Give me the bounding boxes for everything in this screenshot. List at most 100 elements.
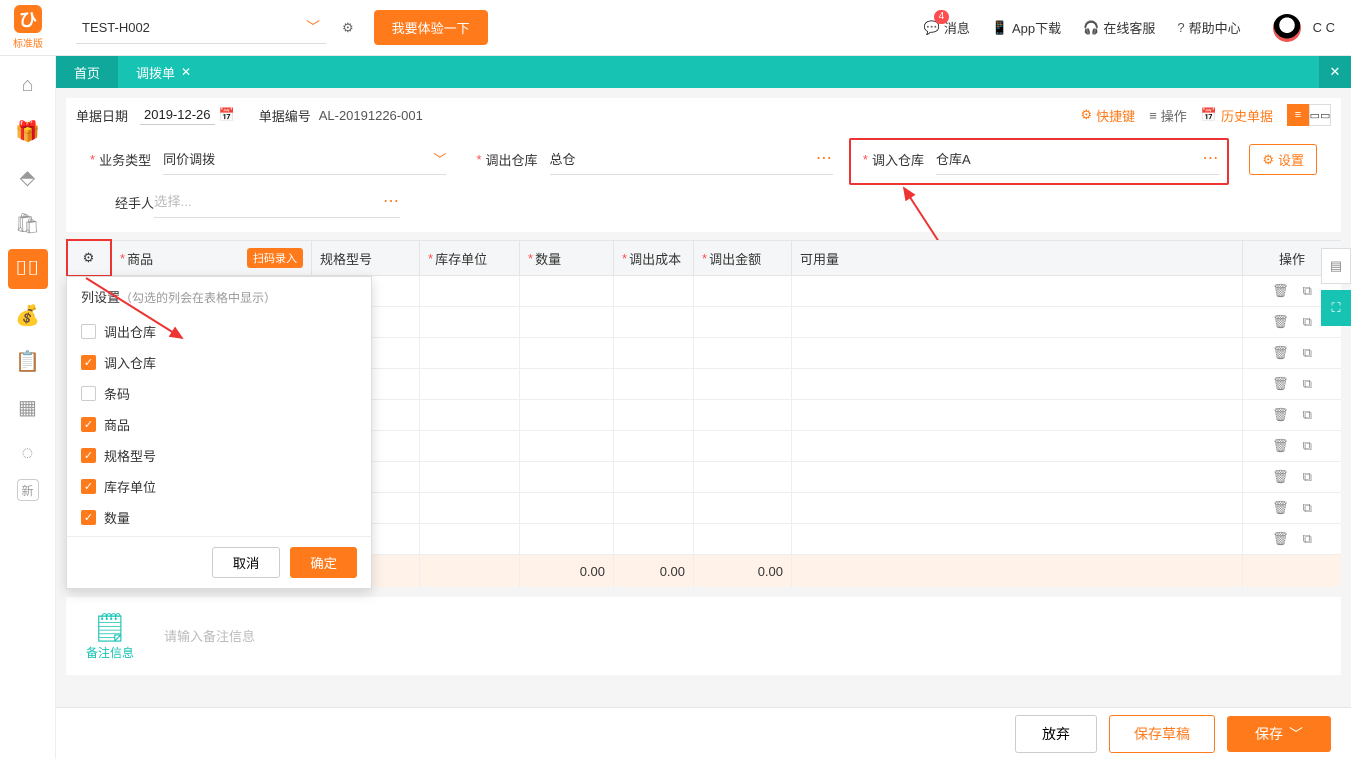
out-warehouse-select[interactable]: 总仓 ⋯	[550, 144, 833, 175]
messages-link[interactable]: 💬 消息 4	[924, 18, 970, 37]
chevron-down-icon: ﹀	[306, 17, 320, 37]
headset-icon: 🎧	[1083, 20, 1099, 36]
sidebar-money-icon[interactable]: 💰	[8, 295, 48, 335]
top-header: ひ 标准版 TEST-H002 ﹀ ⚙ 我要体验一下 💬 消息 4 📱 App下…	[0, 0, 1351, 56]
avatar-icon	[1273, 14, 1301, 42]
view-list-icon[interactable]: ≡	[1287, 104, 1309, 126]
field-out-warehouse: *调出仓库 总仓 ⋯	[476, 144, 832, 175]
user-menu[interactable]: C C	[1263, 14, 1335, 42]
tabs-close-all[interactable]: ✕	[1319, 56, 1351, 88]
column-settings-button[interactable]: ⚙	[66, 241, 112, 275]
column-option[interactable]: ✓商品	[81, 409, 357, 440]
settings-icon[interactable]: ⚙	[342, 20, 354, 36]
column-option[interactable]: ✓数量	[81, 502, 357, 533]
delete-icon[interactable]: 🗑	[1272, 469, 1289, 485]
save-draft-button[interactable]: 保存草稿	[1109, 715, 1215, 753]
more-icon: ⋯	[1202, 148, 1219, 168]
copy-icon[interactable]: ⧉	[1303, 500, 1312, 516]
help-link[interactable]: ? 帮助中心	[1177, 18, 1240, 37]
scan-button[interactable]: 扫码录入	[247, 248, 303, 268]
column-option[interactable]: ✓库存单位	[81, 471, 357, 502]
sidebar-bag-icon[interactable]: 🛍	[8, 203, 48, 243]
copy-icon[interactable]: ⧉	[1303, 438, 1312, 454]
column-option-label: 调出仓库	[104, 322, 156, 341]
column-option[interactable]: ✓调入仓库	[81, 347, 357, 378]
download-link[interactable]: 📱 App下载	[992, 18, 1061, 37]
gear-icon: ⚙	[1262, 152, 1274, 168]
field-biz-type: *业务类型 同价调拨 ﹀	[90, 144, 446, 175]
biz-type-select[interactable]: 同价调拨 ﹀	[163, 145, 446, 175]
column-option-label: 商品	[104, 415, 130, 434]
chevron-down-icon: ﹀	[433, 149, 446, 168]
column-option[interactable]: ✓规格型号	[81, 440, 357, 471]
popup-title: 列设置（勾选的列会在表格中显示）	[67, 277, 371, 316]
foot-amt: 0.00	[694, 555, 792, 587]
copy-icon[interactable]: ⧉	[1303, 283, 1312, 299]
discard-button[interactable]: 放弃	[1015, 715, 1097, 753]
copy-icon[interactable]: ⧉	[1303, 376, 1312, 392]
delete-icon[interactable]: 🗑	[1272, 283, 1289, 299]
column-list[interactable]: 调出仓库✓调入仓库条码✓商品✓规格型号✓库存单位✓数量单位2	[67, 316, 371, 536]
copy-icon[interactable]: ⧉	[1303, 469, 1312, 485]
column-option[interactable]: 调出仓库	[81, 316, 357, 347]
history-link[interactable]: 📅历史单据	[1201, 106, 1273, 125]
remark-section: 🗒 备注信息	[66, 597, 1341, 675]
remark-input[interactable]	[164, 629, 1321, 644]
date-value[interactable]: 2019-12-26	[140, 105, 215, 125]
chevron-down-icon: ﹀	[1289, 724, 1303, 744]
delete-icon[interactable]: 🗑	[1272, 438, 1289, 454]
close-icon[interactable]: ✕	[181, 65, 191, 79]
support-link[interactable]: 🎧 在线客服	[1083, 18, 1155, 37]
delete-icon[interactable]: 🗑	[1272, 314, 1289, 330]
view-toggle: ≡ ▭▭	[1287, 104, 1331, 126]
sidebar-warehouse-icon[interactable]: ⌷⌷	[8, 249, 48, 289]
popup-cancel-button[interactable]: 取消	[212, 547, 281, 578]
docnum-value: AL-20191226-001	[319, 108, 423, 123]
delete-icon[interactable]: 🗑	[1272, 531, 1289, 547]
view-grid-icon[interactable]: ▭▭	[1309, 104, 1331, 126]
sidebar-new-icon[interactable]: 新	[17, 479, 39, 501]
column-option-label: 条码	[104, 384, 130, 403]
footer: 放弃 保存草稿 保存﹀	[56, 707, 1351, 759]
docnum-label: 单据编号	[259, 106, 311, 125]
delete-icon[interactable]: 🗑	[1272, 407, 1289, 423]
sidebar: ⌂ 🎁 ⬘ 🛍 ⌷⌷ 💰 📋 ▦ ◌ 新	[0, 56, 56, 759]
shortcut-link[interactable]: ⚙快捷键	[1081, 106, 1136, 125]
save-button[interactable]: 保存﹀	[1227, 716, 1331, 752]
delete-icon[interactable]: 🗑	[1272, 376, 1289, 392]
tab-home[interactable]: 首页	[56, 56, 118, 88]
sidebar-clipboard-icon[interactable]: 📋	[8, 341, 48, 381]
tab-current[interactable]: 调拨单 ✕	[118, 56, 209, 88]
calendar-icon[interactable]: 📅	[219, 107, 235, 123]
expand-icon[interactable]: ⛶	[1321, 290, 1351, 326]
popup-ok-button[interactable]: 确定	[290, 547, 357, 578]
ops-link[interactable]: ≡操作	[1149, 106, 1187, 125]
notes-panel-icon[interactable]: ▤	[1321, 248, 1351, 284]
checkbox-icon: ✓	[81, 510, 96, 525]
more-icon: ⋯	[816, 148, 833, 168]
logo-icon: ひ	[14, 5, 42, 33]
copy-icon[interactable]: ⧉	[1303, 314, 1312, 330]
sidebar-report-icon[interactable]: ▦	[8, 387, 48, 427]
sidebar-gift-icon[interactable]: 🎁	[8, 111, 48, 151]
copy-icon[interactable]: ⧉	[1303, 531, 1312, 547]
settings-button[interactable]: ⚙设置	[1249, 144, 1317, 175]
delete-icon[interactable]: 🗑	[1272, 500, 1289, 516]
field-handler: 经手人 ⋯	[90, 187, 400, 218]
org-selector[interactable]: TEST-H002 ﹀	[76, 12, 326, 44]
copy-icon[interactable]: ⧉	[1303, 345, 1312, 361]
col-amt: 调出金额	[694, 241, 792, 275]
cta-button[interactable]: 我要体验一下	[374, 10, 488, 45]
handler-select[interactable]: ⋯	[154, 187, 400, 218]
phone-icon: 📱	[992, 20, 1008, 36]
column-option[interactable]: 条码	[81, 378, 357, 409]
delete-icon[interactable]: 🗑	[1272, 345, 1289, 361]
copy-icon[interactable]: ⧉	[1303, 407, 1312, 423]
remark-icon: 🗒 备注信息	[86, 611, 134, 661]
in-warehouse-select[interactable]: 仓库A ⋯	[936, 144, 1219, 175]
col-qty: 数量	[520, 241, 614, 275]
sidebar-home-icon[interactable]: ⌂	[8, 65, 48, 105]
sidebar-shop-icon[interactable]: ⬘	[8, 157, 48, 197]
handler-input[interactable]	[154, 194, 383, 209]
sidebar-ring-icon[interactable]: ◌	[8, 433, 48, 473]
